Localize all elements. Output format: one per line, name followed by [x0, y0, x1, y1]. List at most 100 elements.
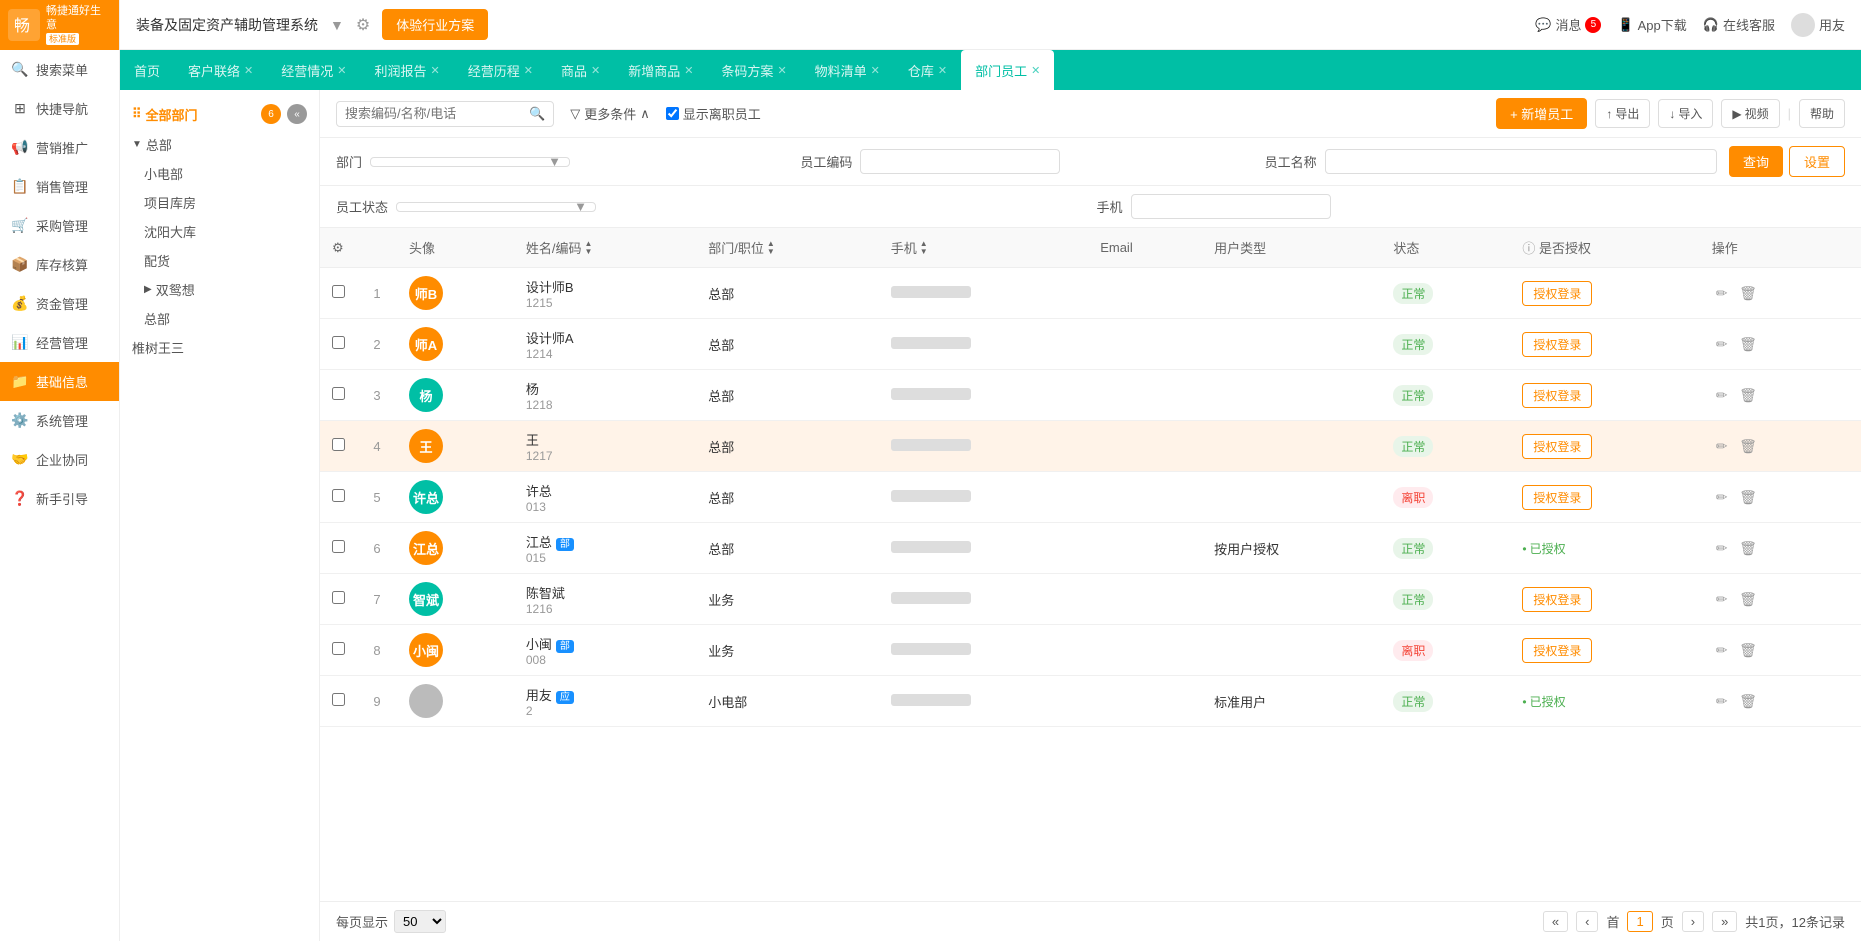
search-input[interactable]	[345, 106, 525, 121]
row-checkbox-cell[interactable]	[320, 319, 357, 370]
delete-button[interactable]: 🗑	[1735, 589, 1761, 610]
col-name[interactable]: 姓名/编码 ▲▼	[514, 228, 696, 268]
delete-button[interactable]: 🗑	[1735, 487, 1761, 508]
dept-add-icon[interactable]: 6	[261, 104, 281, 124]
sidebar-item-shortcut[interactable]: ⊞ 快捷导航	[0, 89, 119, 128]
sidebar-item-finance[interactable]: 💰 资金管理	[0, 284, 119, 323]
employee-name-input[interactable]	[1325, 149, 1717, 174]
export-button[interactable]: ↑ 导出	[1595, 99, 1650, 128]
edit-button[interactable]: ✏	[1712, 283, 1732, 304]
first-page-btn[interactable]: «	[1543, 911, 1568, 932]
tab-goods[interactable]: 商品✕	[547, 50, 614, 90]
dept-item-zongbu[interactable]: 总部	[120, 304, 319, 333]
col-phone[interactable]: 手机 ▲▼	[879, 228, 1089, 268]
close-icon[interactable]: ✕	[777, 64, 786, 77]
tab-customer[interactable]: 客户联络✕	[174, 50, 267, 90]
sidebar-item-basic[interactable]: 📁 基础信息	[0, 362, 119, 401]
row-checkbox[interactable]	[332, 540, 345, 553]
dept-item-shenyang[interactable]: 沈阳大库	[120, 217, 319, 246]
row-checkbox[interactable]	[332, 285, 345, 298]
next-page-btn[interactable]: ›	[1682, 911, 1704, 932]
tab-warehouse[interactable]: 仓库✕	[894, 50, 961, 90]
help-button[interactable]: 帮助	[1799, 99, 1845, 128]
prev-page-btn[interactable]: ‹	[1576, 911, 1598, 932]
edit-button[interactable]: ✏	[1712, 385, 1732, 406]
sidebar-item-operation[interactable]: 📊 经营管理	[0, 323, 119, 362]
row-checkbox[interactable]	[332, 591, 345, 604]
sidebar-item-system[interactable]: ⚙️ 系统管理	[0, 401, 119, 440]
edit-button[interactable]: ✏	[1712, 334, 1732, 355]
show-resigned-check[interactable]: 显示离职员工	[666, 104, 761, 123]
tab-add-goods[interactable]: 新增商品✕	[614, 50, 707, 90]
row-checkbox[interactable]	[332, 387, 345, 400]
sidebar-item-search[interactable]: 🔍 搜索菜单	[0, 50, 119, 89]
settings-icon-btn[interactable]: ⚙	[356, 15, 370, 35]
sidebar-item-sales[interactable]: 📋 销售管理	[0, 167, 119, 206]
edit-button[interactable]: ✏	[1712, 640, 1732, 661]
close-icon[interactable]: ✕	[244, 64, 253, 77]
row-checkbox[interactable]	[332, 336, 345, 349]
edit-button[interactable]: ✏	[1712, 538, 1732, 559]
auth-login-button[interactable]: 授权登录	[1522, 281, 1592, 306]
delete-button[interactable]: 🗑	[1735, 640, 1761, 661]
sidebar-item-marketing[interactable]: 📢 营销推广	[0, 128, 119, 167]
delete-button[interactable]: 🗑	[1735, 538, 1761, 559]
view-button[interactable]: ▶ 视频	[1721, 99, 1779, 128]
close-icon[interactable]: ✕	[591, 64, 600, 77]
tab-material[interactable]: 物料清单✕	[801, 50, 894, 90]
auth-login-button[interactable]: 授权登录	[1522, 434, 1592, 459]
delete-button[interactable]: 🗑	[1735, 691, 1761, 712]
search-box[interactable]: 🔍	[336, 101, 554, 127]
close-icon[interactable]: ✕	[524, 64, 533, 77]
dept-item-peihuo[interactable]: 配货	[120, 246, 319, 275]
dept-select[interactable]: ▼	[370, 157, 570, 167]
col-settings[interactable]: ⚙	[320, 228, 357, 268]
row-checkbox[interactable]	[332, 693, 345, 706]
sidebar-item-guide[interactable]: ❓ 新手引导	[0, 479, 119, 518]
row-checkbox[interactable]	[332, 489, 345, 502]
tab-operation-status[interactable]: 经营情况✕	[267, 50, 360, 90]
col-dept[interactable]: 部门/职位 ▲▼	[696, 228, 878, 268]
close-icon[interactable]: ✕	[431, 64, 440, 77]
edit-button[interactable]: ✏	[1712, 487, 1732, 508]
close-icon[interactable]: ✕	[871, 64, 880, 77]
dept-item-xiaodian[interactable]: 小电部	[120, 159, 319, 188]
tab-barcode[interactable]: 条码方案✕	[707, 50, 800, 90]
row-checkbox-cell[interactable]	[320, 523, 357, 574]
user-btn[interactable]: 用友	[1791, 13, 1845, 37]
dept-item-root[interactable]: ▼ 总部	[120, 130, 319, 159]
row-checkbox-cell[interactable]	[320, 472, 357, 523]
online-service-btn[interactable]: 🎧 在线客服	[1703, 15, 1775, 34]
sidebar-item-inventory[interactable]: 📦 库存核算	[0, 245, 119, 284]
add-employee-button[interactable]: + 新增员工	[1496, 98, 1587, 129]
close-icon[interactable]: ✕	[1031, 64, 1040, 77]
message-btn[interactable]: 💬 消息 5	[1535, 15, 1601, 34]
row-checkbox[interactable]	[332, 642, 345, 655]
dept-collapse-icon[interactable]: «	[287, 104, 307, 124]
dept-item-yucaiwang[interactable]: 椎树王三	[120, 333, 319, 362]
tab-department[interactable]: 部门员工✕	[961, 50, 1054, 90]
edit-button[interactable]: ✏	[1712, 691, 1732, 712]
sidebar-item-purchase[interactable]: 🛒 采购管理	[0, 206, 119, 245]
auth-login-button[interactable]: 授权登录	[1522, 638, 1592, 663]
auth-login-button[interactable]: 授权登录	[1522, 332, 1592, 357]
row-checkbox[interactable]	[332, 438, 345, 451]
dropdown-icon[interactable]: ▼	[330, 17, 344, 33]
auth-login-button[interactable]: 授权登录	[1522, 383, 1592, 408]
set-button[interactable]: 设置	[1789, 146, 1845, 177]
employee-code-input[interactable]	[860, 149, 1060, 174]
last-page-btn[interactable]: »	[1712, 911, 1737, 932]
auth-login-button[interactable]: 授权登录	[1522, 587, 1592, 612]
status-select[interactable]: ▼	[396, 202, 596, 212]
resigned-checkbox[interactable]	[666, 107, 679, 120]
delete-button[interactable]: 🗑	[1735, 334, 1761, 355]
row-checkbox-cell[interactable]	[320, 676, 357, 727]
more-conditions-btn[interactable]: ▽ 更多条件 ∧	[562, 100, 658, 127]
row-checkbox-cell[interactable]	[320, 574, 357, 625]
delete-button[interactable]: 🗑	[1735, 436, 1761, 457]
close-icon[interactable]: ✕	[938, 64, 947, 77]
delete-button[interactable]: 🗑	[1735, 385, 1761, 406]
current-page[interactable]: 1	[1627, 911, 1652, 932]
tab-home[interactable]: 首页	[120, 50, 174, 90]
row-checkbox-cell[interactable]	[320, 370, 357, 421]
